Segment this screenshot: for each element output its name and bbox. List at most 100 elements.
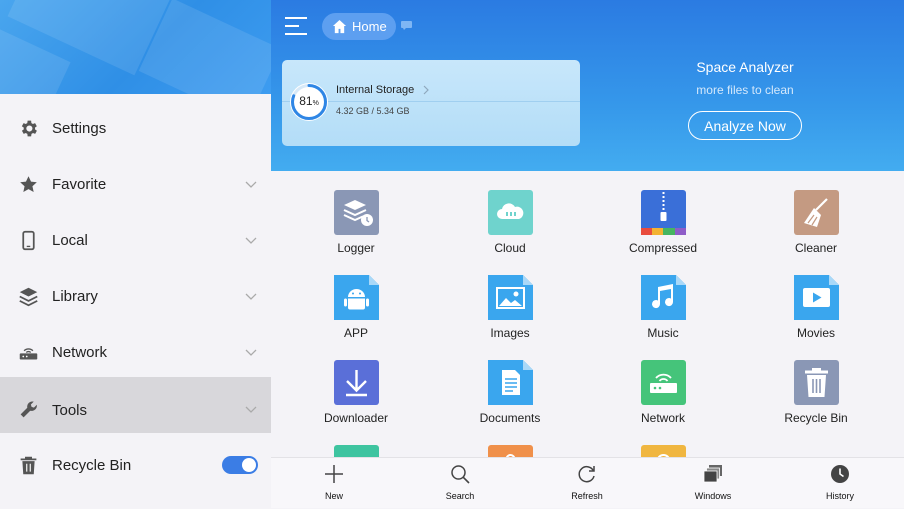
chevron-down-icon[interactable]	[243, 288, 259, 304]
trash-icon	[794, 360, 839, 405]
phone-icon	[22, 230, 35, 251]
tile-label: Images	[490, 326, 530, 340]
sidebar-item-label: Recycle Bin	[52, 456, 132, 474]
sidebar-item-tools[interactable]: Tools	[0, 377, 271, 433]
tile-network[interactable]: Network	[603, 341, 723, 425]
tile-partial[interactable]	[603, 426, 723, 457]
sidebar-item-label: Local	[52, 231, 88, 249]
sidebar-item-label: Tools	[52, 402, 88, 419]
refresh-button[interactable]: Refresh	[542, 458, 632, 509]
sidebar-banner	[0, 0, 271, 94]
tile-music[interactable]: Music	[603, 256, 723, 340]
tile-compressed[interactable]: Compressed	[603, 171, 723, 255]
windows-icon	[703, 465, 722, 483]
main-panel: Home 81% Internal Storage 4.32 GB / 5.34…	[271, 0, 904, 508]
search-icon	[451, 465, 470, 484]
tile-cloud[interactable]: Cloud	[450, 171, 570, 255]
tile-movies[interactable]: Movies	[756, 256, 876, 340]
tile-label: Recycle Bin	[784, 411, 848, 425]
history-label: History	[825, 491, 854, 501]
space-analyzer-title: Space Analyzer	[696, 59, 794, 75]
download-icon	[334, 360, 379, 405]
logger-icon	[334, 190, 379, 235]
sidebar-item-network[interactable]: Network	[0, 324, 271, 380]
toggle-knob	[242, 458, 256, 472]
home-label: Home	[352, 19, 387, 34]
refresh-icon	[578, 465, 595, 483]
tile-label: Music	[647, 326, 679, 340]
chevron-down-icon[interactable]	[243, 232, 259, 248]
tile-label: Cloud	[494, 241, 526, 255]
video-icon	[794, 275, 839, 320]
tile-app[interactable]: APP	[296, 256, 416, 340]
search-button[interactable]: Search	[415, 458, 505, 509]
sidebar-item-recycle-bin[interactable]: Recycle Bin	[0, 437, 271, 493]
home-breadcrumb[interactable]: Home	[322, 13, 396, 40]
layers-icon	[19, 287, 38, 307]
chevron-right-icon	[423, 85, 429, 95]
internal-storage-card[interactable]: 81% Internal Storage 4.32 GB / 5.34 GB	[282, 60, 580, 146]
music-icon	[641, 275, 686, 320]
router-icon	[641, 360, 686, 405]
trash-icon	[20, 456, 37, 475]
new-label: New	[324, 491, 343, 501]
gear-icon	[21, 120, 37, 137]
tile-cleaner[interactable]: Cleaner	[756, 171, 876, 255]
new-button[interactable]: New	[289, 458, 379, 509]
tile-recycle-bin[interactable]: Recycle Bin	[756, 341, 876, 425]
space-analyzer-subtitle: more files to clean	[696, 83, 794, 97]
router-icon	[19, 348, 38, 360]
chevron-down-icon[interactable]	[243, 401, 259, 417]
tile-documents[interactable]: Documents	[450, 341, 570, 425]
tile-images[interactable]: Images	[450, 256, 570, 340]
windows-button[interactable]: Windows	[668, 458, 758, 509]
tile-logger[interactable]: Logger	[296, 171, 416, 255]
analyze-now-button[interactable]: Analyze Now	[688, 111, 802, 140]
sidebar-item-label: Settings	[52, 119, 107, 137]
storage-title: Internal Storage	[336, 84, 415, 96]
tile-label: Compressed	[628, 241, 698, 255]
chevron-down-icon[interactable]	[243, 344, 259, 360]
storage-size: 4.32 GB / 5.34 GB	[336, 106, 410, 116]
cloud-icon	[488, 190, 533, 235]
tile-label: Cleaner	[794, 241, 838, 255]
sidebar-item-library[interactable]: Library	[0, 268, 271, 324]
sidebar-item-label: Library	[52, 287, 98, 305]
tile-label: Movies	[796, 326, 835, 340]
tile-label: Documents	[479, 411, 541, 425]
clock-icon	[831, 465, 849, 483]
search-label: Search	[445, 491, 475, 501]
message-icon[interactable]	[401, 21, 412, 30]
tile-partial[interactable]	[296, 426, 416, 457]
history-button[interactable]: History	[795, 458, 885, 509]
sidebar-item-label: Network	[52, 343, 108, 361]
tile-label: Logger	[337, 241, 375, 255]
header: Home 81% Internal Storage 4.32 GB / 5.34…	[271, 0, 904, 171]
zip-icon	[641, 190, 686, 235]
storage-percent: 81%	[299, 94, 319, 108]
image-icon	[488, 275, 533, 320]
sidebar: Settings Favorite Local Library Network …	[0, 0, 271, 508]
android-icon	[334, 275, 379, 320]
recycle-bin-toggle[interactable]	[222, 456, 258, 474]
document-icon	[488, 360, 533, 405]
app-icon	[488, 445, 533, 457]
tile-downloader[interactable]: Downloader	[296, 341, 416, 425]
sidebar-item-settings[interactable]: Settings	[0, 100, 271, 156]
tile-label: Downloader	[323, 411, 389, 425]
sidebar-item-favorite[interactable]: Favorite	[0, 156, 271, 212]
tile-label: APP	[343, 326, 368, 340]
refresh-label: Refresh	[571, 491, 603, 501]
wrench-icon	[20, 401, 37, 418]
broom-icon	[794, 190, 839, 235]
app-icon	[641, 445, 686, 457]
app-icon	[334, 445, 379, 457]
menu-icon[interactable]	[283, 14, 309, 38]
home-icon	[332, 19, 347, 34]
tile-partial[interactable]	[450, 426, 570, 457]
plus-icon	[325, 465, 343, 483]
windows-label: Windows	[694, 491, 732, 501]
sidebar-item-local[interactable]: Local	[0, 212, 271, 268]
chevron-down-icon[interactable]	[243, 176, 259, 192]
bottom-toolbar: New Search Refresh Windows History	[271, 457, 904, 508]
